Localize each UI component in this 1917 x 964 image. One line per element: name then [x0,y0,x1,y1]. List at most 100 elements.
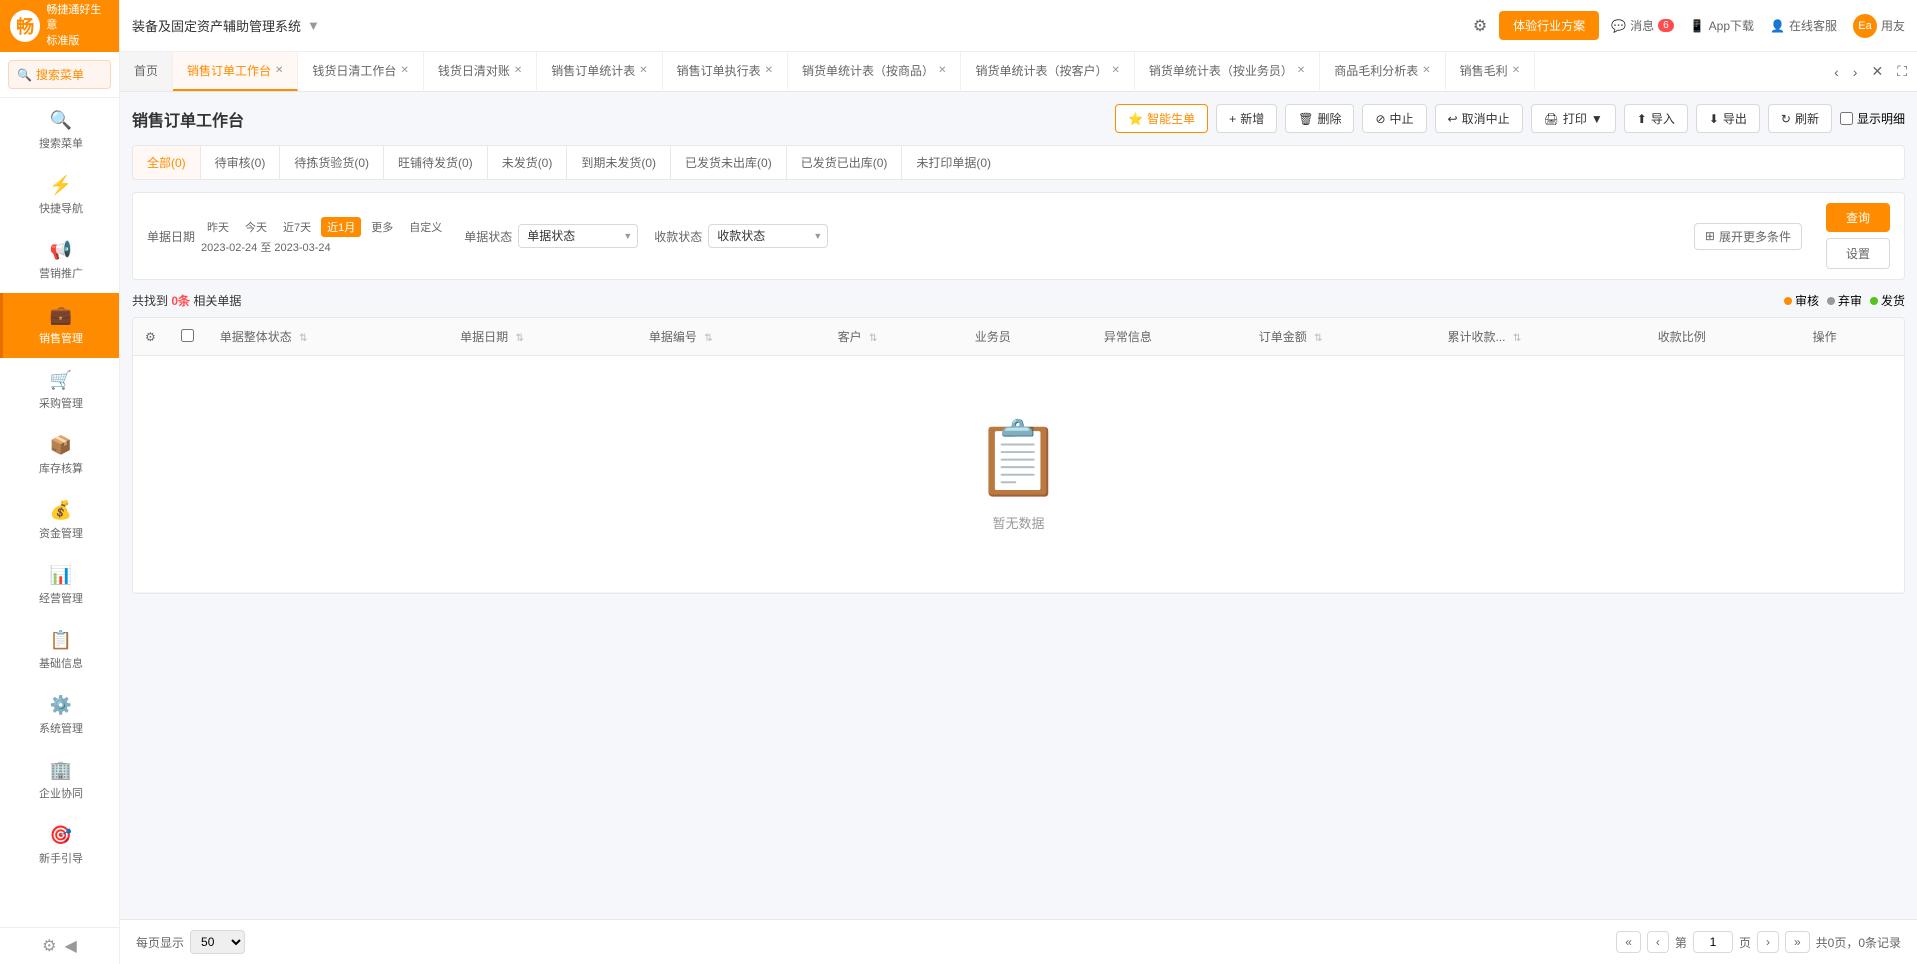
revoke-link[interactable]: 弃审 [1827,292,1862,309]
th-number[interactable]: 单据编号 ⇅ [637,318,826,356]
tab-sales-summary-customer[interactable]: 销货单统计表（按客户）✕ [961,52,1134,91]
smart-create-btn[interactable]: ⭐ 智能生单 [1115,104,1208,133]
tab-sales-summary-product[interactable]: 销货单统计表（按商品）✕ [788,52,961,91]
tab-scroll-left[interactable]: ‹ [1828,60,1845,84]
tab-close-margin-analysis[interactable]: ✕ [1422,65,1430,76]
search-menu-button[interactable]: 🔍 搜索菜单 [8,60,111,89]
select-all-checkbox[interactable] [181,329,194,342]
th-amount[interactable]: 订单金额 ⇅ [1247,318,1436,356]
tab-close-sales-summary-product[interactable]: ✕ [938,65,946,76]
sidebar-item-guide[interactable]: 🎯新手引导 [0,813,119,878]
tab-close-sales-workbench[interactable]: ✕ [275,65,283,76]
date-quick-7days[interactable]: 近7天 [277,217,317,237]
export-btn[interactable]: ⬇ 导出 [1696,104,1760,133]
filter-tab-shipped-not-out[interactable]: 已发货未出库(0) [671,146,787,179]
next-page-btn[interactable]: › [1757,931,1779,953]
tab-close-all[interactable]: ✕ [1865,59,1889,84]
tab-fullscreen[interactable]: ⛶ [1891,59,1913,84]
messages-action[interactable]: 💬 消息 6 [1611,17,1674,34]
filter-tab-not-shipped[interactable]: 未发货(0) [488,146,568,179]
refresh-btn[interactable]: ↻ 刷新 [1768,104,1832,133]
th-customer[interactable]: 客户 ⇅ [826,318,963,356]
query-btn[interactable]: 查询 [1826,203,1890,232]
filter-tab-all[interactable]: 全部(0) [133,146,201,179]
print-dropdown-icon[interactable]: ▼ [1591,112,1603,126]
dropdown-icon[interactable]: ▼ [307,18,320,33]
cancel-stop-btn[interactable]: ↩ 取消中止 [1435,104,1523,133]
import-btn[interactable]: ⬆ 导入 [1624,104,1688,133]
show-detail-checkbox[interactable] [1840,112,1853,125]
tab-close-sales-profit[interactable]: ✕ [1512,65,1520,76]
delete-btn[interactable]: 🗑 删除 [1285,104,1354,133]
sidebar-item-finance[interactable]: 💰资金管理 [0,488,119,553]
sidebar-item-purchase[interactable]: 🛒采购管理 [0,358,119,423]
th-date[interactable]: 单据日期 ⇅ [448,318,637,356]
filter-tab-expired-ship[interactable]: 到期未发货(0) [567,146,671,179]
filter-tab-wangpu-pending[interactable]: 旺铺待发货(0) [384,146,488,179]
show-detail-toggle[interactable]: 显示明细 [1840,110,1905,127]
date-quick-custom[interactable]: 自定义 [403,217,448,237]
collapse-icon[interactable]: ◀ [65,936,77,956]
tab-sales-stats[interactable]: 销售订单统计表✕ [537,52,662,91]
settings-bottom-icon[interactable]: ⚙ [42,936,56,956]
tab-close-cash-reconcile[interactable]: ✕ [514,65,522,76]
tab-label-cash-reconcile: 钱货日清对账 [438,62,510,79]
th-settings[interactable]: ⚙ [133,318,168,356]
page-size-select[interactable]: 50 10 20 100 [190,930,245,954]
print-btn[interactable]: 🖨 打印 ▼ [1531,104,1616,133]
tab-close-cash-daily[interactable]: ✕ [400,65,408,76]
tab-close-sales-exec[interactable]: ✕ [765,65,773,76]
first-page-btn[interactable]: « [1616,931,1641,953]
status-select[interactable]: 单据状态 [518,224,638,248]
expand-icon: ⊞ [1705,229,1715,243]
app-download-action[interactable]: 📱 App下载 [1690,17,1754,34]
results-actions: 审核 弃审 发货 [1784,292,1905,309]
sidebar-item-enterprise[interactable]: 🏢企业协同 [0,748,119,813]
prev-page-btn[interactable]: ‹ [1647,931,1669,953]
sidebar-item-inventory[interactable]: 📦库存核算 [0,423,119,488]
online-service-action[interactable]: 👤 在线客服 [1770,17,1837,34]
tab-sales-workbench[interactable]: 销售订单工作台✕ [173,52,298,91]
filter-tab-not-printed[interactable]: 未打印单据(0) [902,146,1005,179]
date-quick-today[interactable]: 今天 [239,217,273,237]
settings-icon[interactable]: ⚙ [1473,16,1487,36]
date-quick-1month[interactable]: 近1月 [321,217,361,237]
tab-margin-analysis[interactable]: 商品毛利分析表✕ [1320,52,1445,91]
tab-close-sales-stats[interactable]: ✕ [639,65,647,76]
user-menu[interactable]: Ea 用友 [1853,14,1905,38]
sidebar-search[interactable]: 🔍 搜索菜单 [0,52,119,98]
expand-btn[interactable]: ⊞ 展开更多条件 [1694,223,1802,250]
th-collected[interactable]: 累计收款... ⇅ [1435,318,1645,356]
stop-btn[interactable]: ⊘ 中止 [1362,104,1426,133]
add-btn[interactable]: + 新增 [1216,104,1277,133]
page-number-input[interactable] [1693,931,1733,953]
date-quick-more[interactable]: 更多 [365,217,399,237]
last-page-btn[interactable]: » [1785,931,1810,953]
audit-link[interactable]: 审核 [1784,292,1819,309]
tab-home[interactable]: 首页 [120,52,173,91]
tab-cash-daily[interactable]: 钱货日清工作台✕ [298,52,423,91]
tab-sales-summary-staff[interactable]: 销货单统计表（按业务员）✕ [1135,52,1320,91]
set-btn[interactable]: 设置 [1826,238,1890,269]
sidebar-item-search[interactable]: 🔍搜索菜单 [0,98,119,163]
tab-close-sales-summary-staff[interactable]: ✕ [1297,65,1305,76]
ship-link[interactable]: 发货 [1870,292,1905,309]
sidebar-item-system[interactable]: ⚙️系统管理 [0,683,119,748]
tab-cash-reconcile[interactable]: 钱货日清对账 ✕ [424,52,537,91]
sidebar-item-basic[interactable]: 📋基础信息 [0,618,119,683]
tab-scroll-right[interactable]: › [1847,60,1864,84]
date-quick-yesterday[interactable]: 昨天 [201,217,235,237]
tab-sales-profit[interactable]: 销售毛利✕ [1446,52,1535,91]
filter-tab-pending-inspect[interactable]: 待拣货验货(0) [280,146,384,179]
sidebar-item-sales[interactable]: 💼销售管理 [0,293,119,358]
payment-select[interactable]: 收款状态 [708,224,828,248]
sidebar-item-quick[interactable]: ⚡快捷导航 [0,163,119,228]
filter-tab-pending[interactable]: 待审核(0) [201,146,281,179]
sidebar-item-operations[interactable]: 📊经营管理 [0,553,119,618]
sidebar-item-marketing[interactable]: 📢营销推广 [0,228,119,293]
tab-close-sales-summary-customer[interactable]: ✕ [1111,65,1119,76]
industry-btn[interactable]: 体验行业方案 [1499,11,1599,40]
th-checkbox[interactable] [168,318,208,356]
filter-tab-shipped-out[interactable]: 已发货已出库(0) [787,146,903,179]
tab-sales-exec[interactable]: 销售订单执行表✕ [663,52,788,91]
